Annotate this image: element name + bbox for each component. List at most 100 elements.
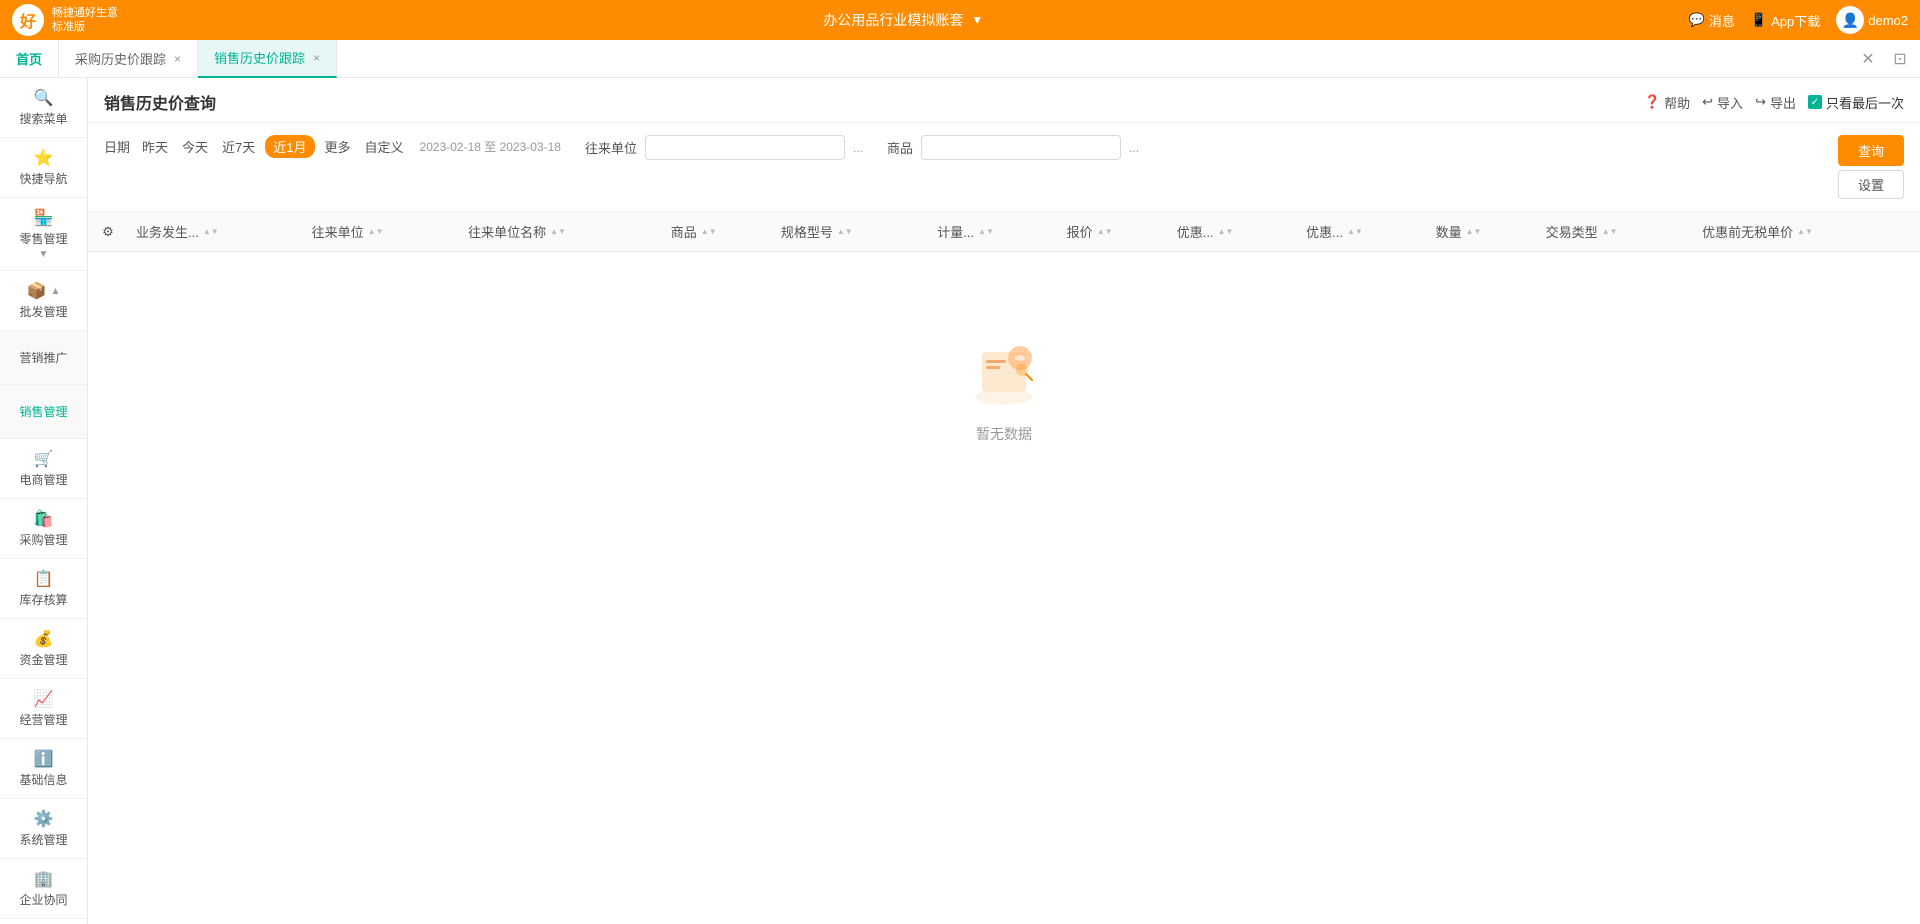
goods-filter-label: 商品 (887, 138, 913, 157)
sidebar-item-sales-mgmt[interactable]: 销售管理 (0, 385, 87, 439)
tab-home[interactable]: 首页 (0, 40, 59, 78)
sidebar-item-basic-info[interactable]: ℹ️ 基础信息 (0, 739, 87, 799)
sort-spec-icon[interactable]: ▲▼ (837, 228, 853, 236)
star-icon: ⭐ (34, 148, 54, 168)
retail-expand-icon: ▼ (39, 249, 49, 260)
sort-partner-name-icon[interactable]: ▲▼ (550, 228, 566, 236)
goods-filter-group: 商品 ... (887, 135, 1139, 160)
data-table: ⚙ 业务发生... ▲▼ 往来 (88, 212, 1920, 252)
dropdown-arrow-icon[interactable]: ▼ (971, 13, 983, 27)
sort-discount2-icon[interactable]: ▲▼ (1347, 228, 1363, 236)
dropdown-label[interactable]: 办公用品行业模拟账套 (823, 10, 963, 30)
help-icon: ❓ (1644, 94, 1660, 110)
query-button[interactable]: 查询 (1838, 135, 1904, 166)
top-header: 好 畅捷通好生意 标准版 办公用品行业模拟账套 ▼ 💬 消息 📱 App下载 👤… (0, 0, 1920, 40)
only-last-checkbox-label[interactable]: ✓ 只看最后一次 (1808, 93, 1904, 112)
sort-discount1-icon[interactable]: ▲▼ (1218, 228, 1234, 236)
date-opt-yesterday[interactable]: 昨天 (138, 135, 172, 158)
logo-text: 畅捷通好生意 标准版 (52, 6, 118, 35)
sidebar-item-quick-nav[interactable]: ⭐ 快捷导航 (0, 138, 87, 198)
sidebar-item-purchase[interactable]: 🛍️ 采购管理 (0, 499, 87, 559)
th-quote: 报价 ▲▼ (1059, 212, 1169, 252)
goods-filter-dots[interactable]: ... (1129, 141, 1139, 155)
sales-history-tab-close-icon[interactable]: × (313, 51, 320, 65)
sidebar-item-operations[interactable]: 📈 经营管理 (0, 679, 87, 739)
sort-pretax-price-icon[interactable]: ▲▼ (1797, 228, 1813, 236)
logo-icon: 好 (12, 4, 44, 36)
message-button[interactable]: 💬 消息 (1689, 11, 1735, 30)
sidebar-item-retail[interactable]: 🏪 零售管理 ▼ (0, 198, 87, 271)
main-layout: 🔍 搜索菜单 ⭐ 快捷导航 🏪 零售管理 ▼ 📦 ▲ 批发管理 营销推广 销售管… (0, 78, 1920, 924)
wholesale-icon: 📦 (27, 281, 47, 301)
sidebar-item-ecommerce[interactable]: 🛒 电商管理 (0, 439, 87, 499)
inventory-icon: 📋 (34, 569, 54, 589)
tab-purchase-history[interactable]: 采购历史价跟踪 × (59, 40, 198, 78)
sort-trade-type-icon[interactable]: ▲▼ (1602, 228, 1618, 236)
sort-quantity-icon[interactable]: ▲▼ (1466, 228, 1482, 236)
sidebar-item-system[interactable]: ⚙️ 系统管理 (0, 799, 87, 859)
tab-close-all-button[interactable]: ✕ (1856, 47, 1880, 71)
sidebar-item-inventory[interactable]: 📋 库存核算 (0, 559, 87, 619)
table-header: ⚙ 业务发生... ▲▼ 往来 (88, 212, 1920, 252)
page-actions: ❓ 帮助 ↩ 导入 ↪ 导出 ✓ 只看最后一次 (1644, 93, 1904, 112)
gear-icon[interactable]: ⚙ (102, 224, 114, 239)
date-options: 昨天 今天 近7天 近1月 更多 自定义 (138, 135, 408, 158)
import-icon: ↩ (1702, 94, 1713, 110)
page-content: 销售历史价查询 ❓ 帮助 ↩ 导入 ↪ 导出 (88, 78, 1920, 924)
filter-actions: 查询 设置 (1838, 135, 1904, 199)
tab-sales-history[interactable]: 销售历史价跟踪 × (198, 40, 337, 78)
phone-icon: 📱 (1751, 12, 1767, 28)
date-opt-custom[interactable]: 自定义 (361, 135, 408, 158)
th-goods: 商品 ▲▼ (663, 212, 773, 252)
user-menu[interactable]: 👤 demo2 (1836, 6, 1908, 34)
filter-area: 日期 昨天 今天 近7天 近1月 更多 自定义 2023-02-18 至 202… (88, 123, 1920, 212)
app-download-button[interactable]: 📱 App下载 (1751, 11, 1820, 30)
date-opt-7days[interactable]: 近7天 (218, 135, 259, 158)
empty-state: 暂无数据 (88, 252, 1920, 524)
date-opt-1month[interactable]: 近1月 (265, 135, 314, 158)
sidebar-item-finance[interactable]: 💰 资金管理 (0, 619, 87, 679)
sort-partner-code-icon[interactable]: ▲▼ (368, 228, 384, 236)
sidebar-item-guide[interactable]: 🎯 新手引导 (0, 919, 87, 924)
wholesale-expand-icon: ▲ (51, 286, 61, 297)
th-partner-code: 往来单位 ▲▼ (304, 212, 460, 252)
empty-icon (964, 332, 1044, 412)
date-opt-more[interactable]: 更多 (321, 135, 355, 158)
sidebar-item-enterprise[interactable]: 🏢 企业协同 (0, 859, 87, 919)
sort-unit-icon[interactable]: ▲▼ (978, 228, 994, 236)
th-biz-date: 业务发生... ▲▼ (128, 212, 304, 252)
export-button[interactable]: ↪ 导出 (1755, 93, 1796, 112)
settings-button[interactable]: 设置 (1838, 170, 1904, 199)
date-opt-today[interactable]: 今天 (178, 135, 212, 158)
tab-maximize-button[interactable]: ⊡ (1888, 47, 1912, 71)
purchase-history-tab-close-icon[interactable]: × (174, 52, 181, 66)
th-pretax-price: 优惠前无税单价 ▲▼ (1694, 212, 1920, 252)
sidebar-item-wholesale[interactable]: 📦 ▲ 批发管理 (0, 271, 87, 331)
th-quantity: 数量 ▲▼ (1428, 212, 1538, 252)
sort-quote-icon[interactable]: ▲▼ (1097, 228, 1113, 236)
operations-icon: 📈 (34, 689, 54, 709)
th-discount1: 优惠... ▲▼ (1169, 212, 1298, 252)
help-button[interactable]: ❓ 帮助 (1644, 93, 1690, 112)
avatar: 👤 (1836, 6, 1864, 34)
th-spec: 规格型号 ▲▼ (773, 212, 929, 252)
partner-filter-input[interactable] (645, 135, 845, 160)
date-range-display: 2023-02-18 至 2023-03-18 (420, 138, 561, 155)
retail-icon: 🏪 (34, 208, 54, 228)
import-button[interactable]: ↩ 导入 (1702, 93, 1743, 112)
sort-biz-date-icon[interactable]: ▲▼ (203, 228, 219, 236)
sort-goods-icon[interactable]: ▲▼ (701, 228, 717, 236)
partner-filter-dots[interactable]: ... (853, 141, 863, 155)
goods-filter-input[interactable] (921, 135, 1121, 160)
sidebar-item-search[interactable]: 🔍 搜索菜单 (0, 78, 87, 138)
only-last-checkbox[interactable]: ✓ (1808, 95, 1822, 109)
sales-history-tab-label: 销售历史价跟踪 (214, 48, 305, 67)
header-center: 办公用品行业模拟账套 ▼ (823, 10, 983, 30)
purchase-icon: 🛍️ (34, 509, 54, 529)
export-icon: ↪ (1755, 94, 1766, 110)
basic-info-icon: ℹ️ (34, 749, 54, 769)
sidebar-item-marketing[interactable]: 营销推广 (0, 331, 87, 385)
page-title: 销售历史价查询 (104, 90, 216, 114)
content-area: 销售历史价查询 ❓ 帮助 ↩ 导入 ↪ 导出 (88, 78, 1920, 924)
table-header-row: ⚙ 业务发生... ▲▼ 往来 (88, 212, 1920, 252)
